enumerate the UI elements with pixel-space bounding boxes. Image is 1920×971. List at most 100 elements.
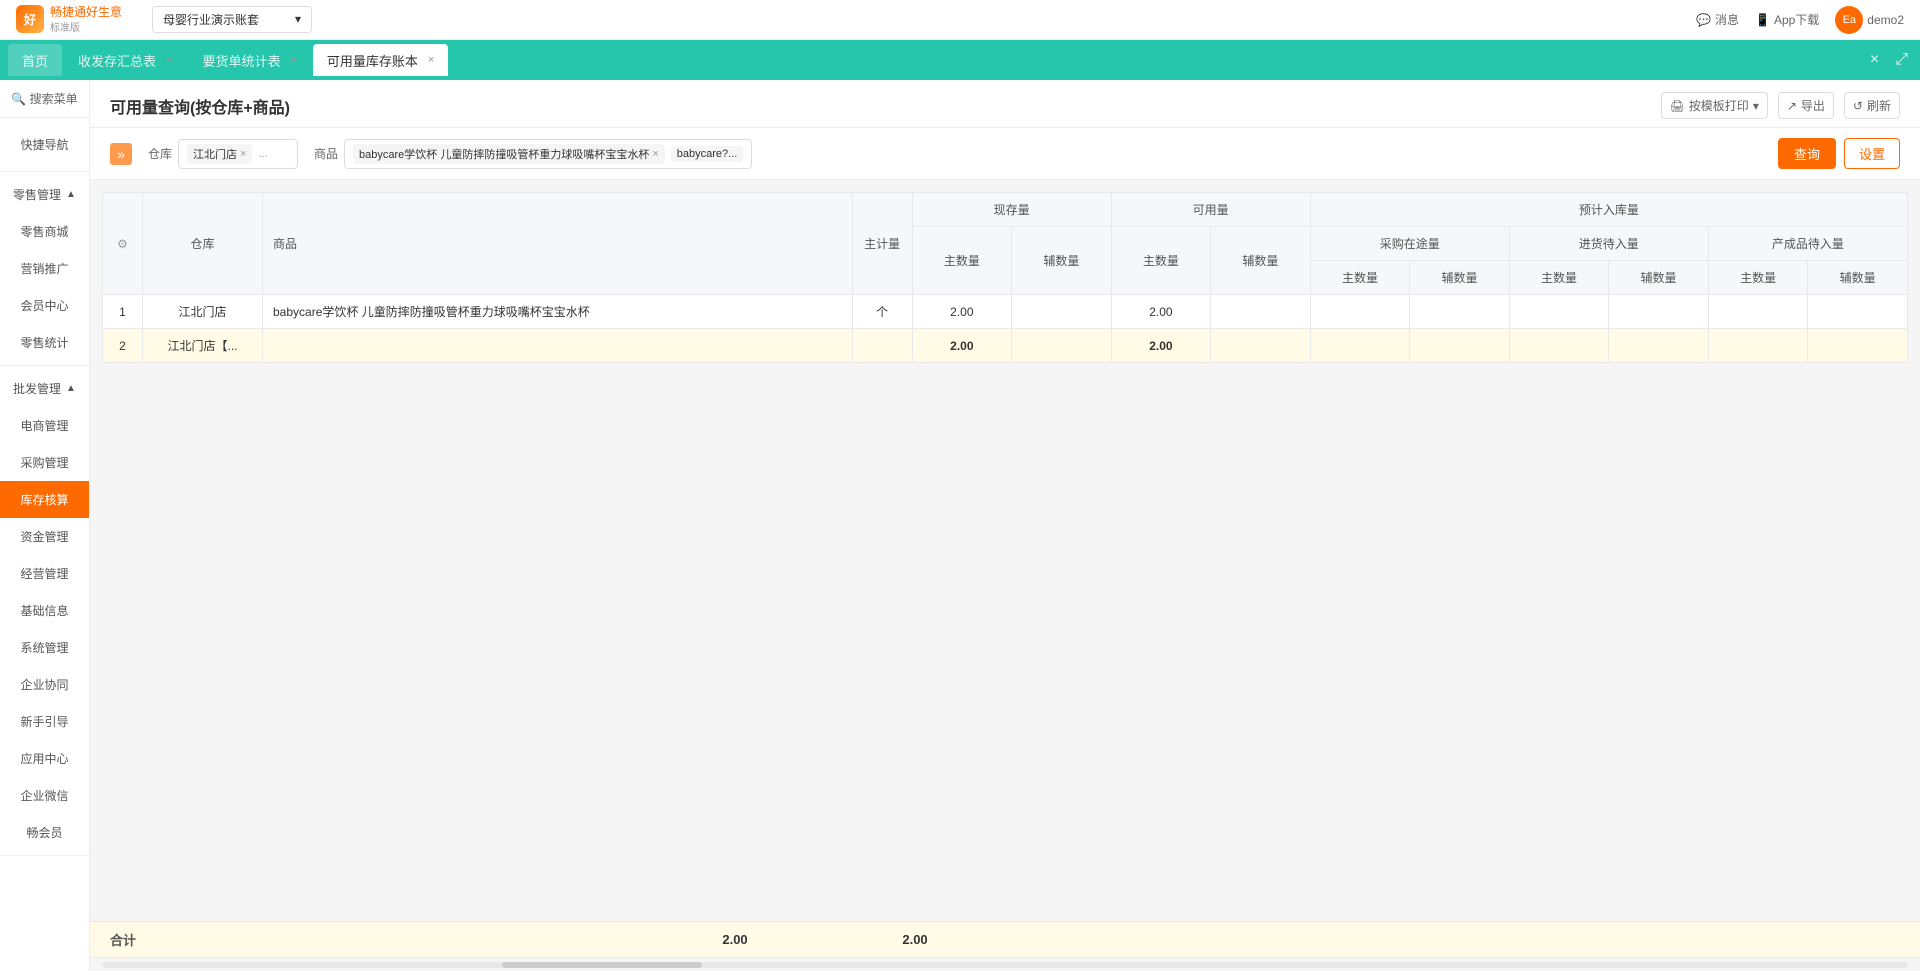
- tab-shoufacun[interactable]: 收发存汇总表 ×: [64, 44, 186, 76]
- settings-button[interactable]: 设置: [1844, 138, 1900, 169]
- avatar: Ea: [1835, 6, 1863, 34]
- sidebar: 🔍 搜索菜单 快捷导航 零售管理 ▲ 零售商城 营销推广 会员中心 零售统计: [0, 80, 90, 971]
- filter-actions: 查询 设置: [1778, 138, 1900, 169]
- sidebar-item-wholesale[interactable]: 批发管理 ▲: [0, 370, 89, 407]
- sidebar-item-ecommerce[interactable]: 电商管理: [0, 407, 89, 444]
- warehouse-tag: 江北门店 ×: [187, 144, 252, 164]
- cell-pp-aux-1: [1808, 295, 1908, 329]
- sidebar-section-wholesale: 批发管理 ▲ 电商管理 采购管理 库存核算 资金管理 经营管理 基础信息 系: [0, 366, 89, 856]
- top-bar-left: 好 畅捷通好生意 标准版 母婴行业演示账套 ▾: [16, 5, 312, 34]
- product-value-box[interactable]: babycare学饮杯 儿童防摔防撞吸管杯重力球吸嘴杯宝宝水杯 × babyca…: [344, 139, 752, 169]
- sidebar-item-purchase[interactable]: 采购管理: [0, 444, 89, 481]
- logo-icon: 好: [16, 5, 44, 33]
- sidebar-item-member[interactable]: 畅会员: [0, 814, 89, 851]
- cell-pt-main-1: [1310, 295, 1410, 329]
- store-name: 母婴行业演示账套: [163, 11, 259, 28]
- th-inbound-pending: 进货待入量: [1509, 227, 1708, 261]
- close-tab-kuyongliang[interactable]: ×: [428, 55, 434, 66]
- cell-product-1: babycare学饮杯 儿童防摔防撞吸管杯重力球吸嘴杯宝宝水杯: [263, 295, 853, 329]
- product-tag-1-close[interactable]: ×: [652, 148, 658, 160]
- sidebar-item-quick-nav[interactable]: 快捷导航: [0, 126, 89, 163]
- filter-product: 商品 babycare学饮杯 儿童防摔防撞吸管杯重力球吸嘴杯宝宝水杯 × bab…: [314, 139, 752, 169]
- filter-expand-button[interactable]: »: [110, 143, 132, 165]
- print-icon: 🖨: [1670, 99, 1685, 113]
- cell-ip-aux-1: [1609, 295, 1709, 329]
- cell-warehouse-1: 江北门店: [143, 295, 263, 329]
- phone-icon: 📱: [1755, 13, 1770, 27]
- cell-index-1: 1: [103, 295, 143, 329]
- cell-pt-aux-1: [1410, 295, 1510, 329]
- th-current-stock: 现存量: [912, 193, 1111, 227]
- sidebar-item-finance[interactable]: 资金管理: [0, 518, 89, 555]
- th-current-main: 主数量: [912, 227, 1012, 295]
- cell-pt-aux-2: [1410, 329, 1510, 363]
- refresh-icon: ↺: [1853, 99, 1863, 113]
- query-button[interactable]: 查询: [1778, 138, 1836, 169]
- search-icon: 🔍: [11, 92, 26, 106]
- th-avail-main: 主数量: [1111, 227, 1211, 295]
- sidebar-search[interactable]: 🔍 搜索菜单: [0, 80, 89, 118]
- th-avail-aux: 辅数量: [1211, 227, 1311, 295]
- cell-warehouse-2: 江北门店【...: [143, 329, 263, 363]
- export-button[interactable]: ↗ 导出: [1778, 92, 1834, 119]
- product-tag-1: babycare学饮杯 儿童防摔防撞吸管杯重力球吸嘴杯宝宝水杯 ×: [353, 144, 665, 164]
- cell-pp-main-1: [1708, 295, 1808, 329]
- sidebar-item-system[interactable]: 系统管理: [0, 629, 89, 666]
- chevron-down-icon: ▾: [295, 12, 301, 26]
- print-button[interactable]: 🖨 按模板打印 ▾: [1661, 92, 1768, 119]
- th-settings[interactable]: ⚙: [103, 193, 143, 295]
- cell-unit-2: [852, 329, 912, 363]
- product-label: 商品: [314, 145, 338, 162]
- warehouse-tag-close[interactable]: ×: [240, 148, 246, 160]
- close-all-tabs[interactable]: ×: [1866, 47, 1883, 73]
- data-table: ⚙ 仓库 商品 主计量 现存量: [102, 192, 1908, 363]
- table-footer: 合计 2.00 2.00: [90, 921, 1920, 957]
- close-tab-yaohuo[interactable]: ×: [290, 55, 296, 66]
- cell-avail-main-1: 2.00: [1111, 295, 1211, 329]
- cell-unit-1: 个: [852, 295, 912, 329]
- logo-text: 畅捷通好生意: [50, 5, 122, 19]
- empty-space: [90, 557, 1920, 922]
- sidebar-item-operations[interactable]: 经营管理: [0, 555, 89, 592]
- gear-icon[interactable]: ⚙: [117, 237, 128, 251]
- footer-current-main: 2.00: [690, 932, 780, 947]
- th-planned-inbound: 预计入库量: [1310, 193, 1907, 227]
- refresh-button[interactable]: ↺ 刷新: [1844, 92, 1900, 119]
- sidebar-item-basics[interactable]: 基础信息: [0, 592, 89, 629]
- cell-avail-main-2: 2.00: [1111, 329, 1211, 363]
- store-selector[interactable]: 母婴行业演示账套 ▾: [152, 6, 312, 33]
- scroll-thumb[interactable]: [502, 962, 702, 968]
- tab-kuyongliang[interactable]: 可用量库存账本 ×: [313, 44, 448, 76]
- tab-yaohuo[interactable]: 要货单统计表 ×: [188, 44, 310, 76]
- table-container: ⚙ 仓库 商品 主计量 现存量: [90, 180, 1920, 557]
- sidebar-item-wechat[interactable]: 企业微信: [0, 777, 89, 814]
- table-row: 1 江北门店 babycare学饮杯 儿童防摔防撞吸管杯重力球吸嘴杯宝宝水杯 个…: [103, 295, 1908, 329]
- maximize-icon[interactable]: ⤢: [1891, 47, 1912, 73]
- sidebar-item-members[interactable]: 会员中心: [0, 287, 89, 324]
- cell-cur-main-2: 2.00: [912, 329, 1012, 363]
- page-title: 可用量查询(按仓库+商品): [110, 94, 290, 118]
- sidebar-item-enterprise[interactable]: 企业协同: [0, 666, 89, 703]
- sidebar-item-inventory[interactable]: 库存核算: [0, 481, 89, 518]
- sidebar-item-apps[interactable]: 应用中心: [0, 740, 89, 777]
- tab-home[interactable]: 首页: [8, 44, 62, 76]
- sidebar-item-retail-mall[interactable]: 零售商城: [0, 213, 89, 250]
- cell-product-2: [263, 329, 853, 363]
- message-button[interactable]: 💬 消息: [1696, 11, 1739, 28]
- sidebar-item-retail-management[interactable]: 零售管理 ▲: [0, 176, 89, 213]
- message-icon: 💬: [1696, 13, 1711, 27]
- scroll-track[interactable]: [102, 962, 1908, 968]
- sidebar-item-marketing[interactable]: 营销推广: [0, 250, 89, 287]
- warehouse-value-box[interactable]: 江北门店 × ...: [178, 139, 298, 169]
- user-menu[interactable]: Ea demo2: [1835, 6, 1904, 34]
- app-download-button[interactable]: 📱 App下载: [1755, 11, 1819, 28]
- logo-subtext: 标准版: [50, 19, 122, 34]
- close-tab-shoufacun[interactable]: ×: [166, 55, 172, 66]
- filter-more-btn[interactable]: ...: [258, 148, 267, 160]
- cell-pt-main-2: [1310, 329, 1410, 363]
- top-bar: 好 畅捷通好生意 标准版 母婴行业演示账套 ▾ 💬 消息 📱 App下载 Ea …: [0, 0, 1920, 40]
- table-row: 2 江北门店【... 2.00 2.00: [103, 329, 1908, 363]
- sidebar-item-newbie[interactable]: 新手引导: [0, 703, 89, 740]
- sidebar-item-retail-stats[interactable]: 零售统计: [0, 324, 89, 361]
- nav-tab-controls: × ⤢: [1866, 47, 1912, 73]
